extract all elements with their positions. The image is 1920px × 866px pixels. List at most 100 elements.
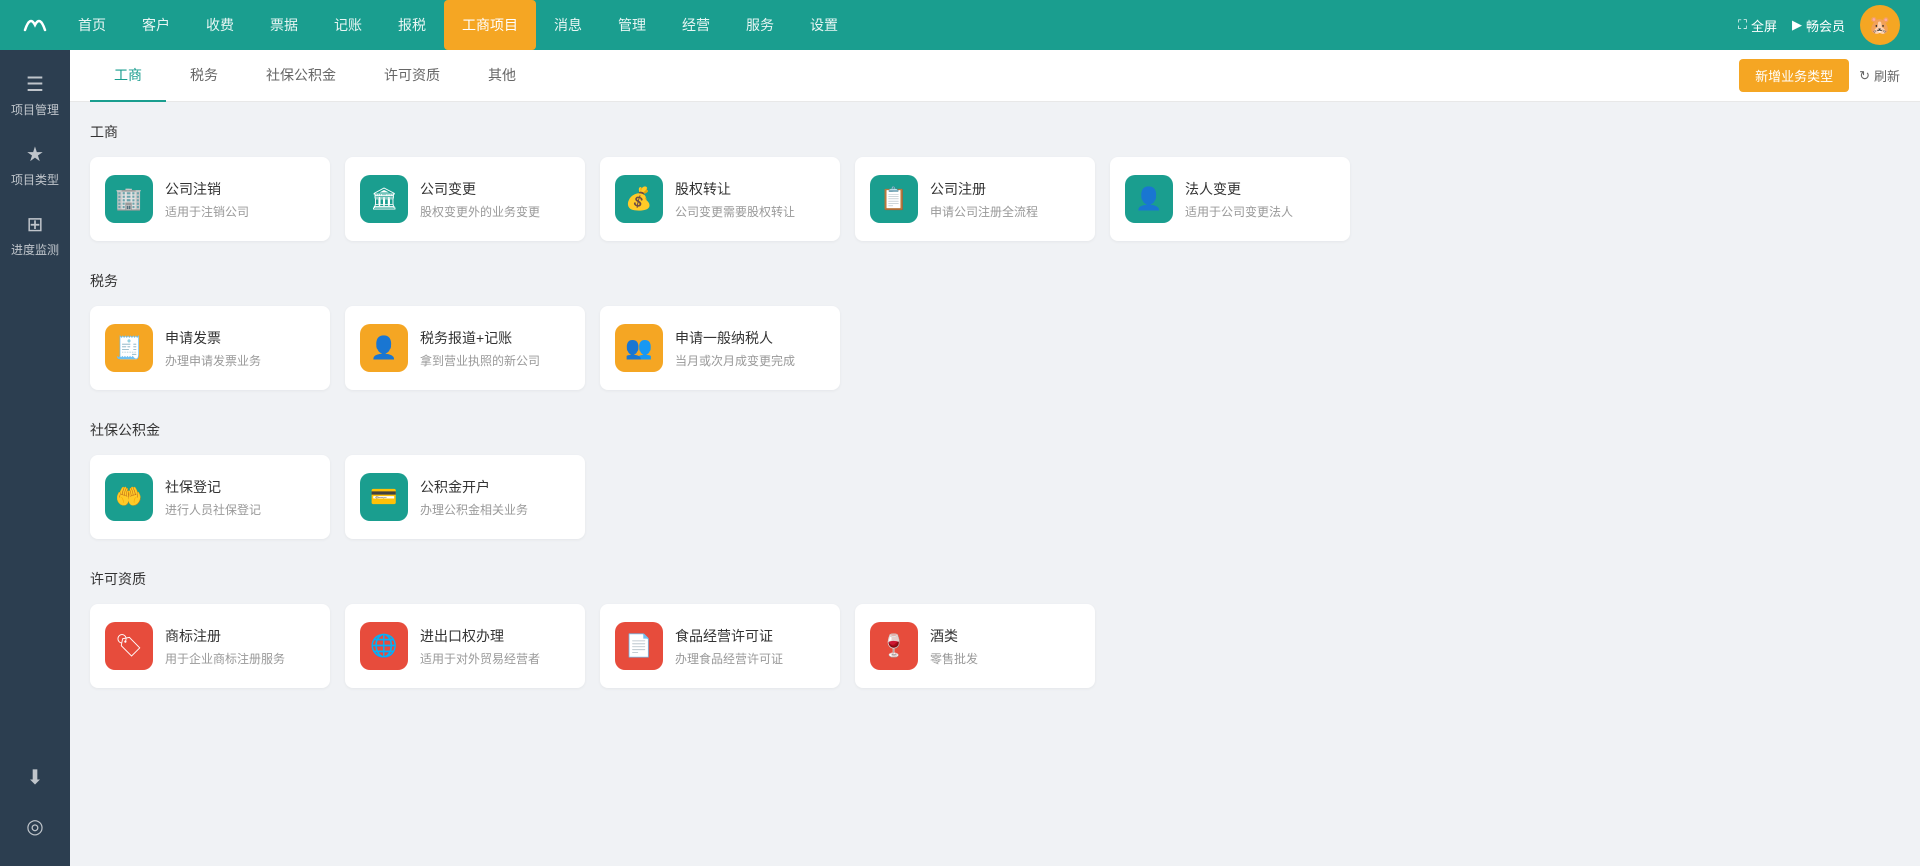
business-card-公积金开户[interactable]: 💳公积金开户办理公积金相关业务 (345, 455, 585, 539)
nav-item-客户[interactable]: 客户 (124, 0, 188, 50)
sidebar-item-project-type[interactable]: ★ 项目类型 (0, 130, 70, 200)
nav-item-服务[interactable]: 服务 (728, 0, 792, 50)
help-icon: ◎ (26, 814, 43, 839)
business-card-公司注册[interactable]: 📋公司注册申请公司注册全流程 (855, 157, 1095, 241)
logo (10, 10, 60, 40)
new-type-button[interactable]: 新增业务类型 (1739, 59, 1849, 92)
nav-item-票据[interactable]: 票据 (252, 0, 316, 50)
download-icon: ⬇ (27, 765, 44, 790)
business-card-社保登记[interactable]: 🤲社保登记进行人员社保登记 (90, 455, 330, 539)
tab-工商[interactable]: 工商 (90, 50, 166, 102)
nav-item-设置[interactable]: 设置 (792, 0, 856, 50)
nav-item-工商项目[interactable]: 工商项目 (444, 0, 536, 50)
nav-item-记账[interactable]: 记账 (316, 0, 380, 50)
business-card-公司注销[interactable]: 🏢 公司注销适用于注销公司 (90, 157, 330, 241)
section-title: 税务 (90, 271, 1900, 291)
cards-grid: 🧾 申请发票办理申请发票业务 👤税务报道+记账拿到营业执照的新公司 👥 申请一般纳税人当… (90, 306, 1900, 390)
sidebar-item-project-management[interactable]: ☰ 项目管理 (0, 60, 70, 130)
business-card-酒类[interactable]: 🍷酒类零售批发 (855, 604, 1095, 688)
business-card-进出口权办理[interactable]: 🌐 进出口权办理适用于对外贸易经营者 (345, 604, 585, 688)
card-icon: 📄 (615, 622, 663, 670)
card-title: 申请发票 (165, 328, 315, 348)
card-desc: 当月或次月成变更完成 (675, 352, 825, 369)
card-icon: 💳 (360, 473, 408, 521)
card-text: 商标注册用于企业商标注册服务 (165, 626, 315, 667)
business-card-公司变更[interactable]: 🏛 公司变更股权变更外的业务变更 (345, 157, 585, 241)
nav-right: ⛶ 全屏 ▶ 畅会员 🐹 (1738, 5, 1900, 45)
business-card-税务报道+记账[interactable]: 👤税务报道+记账拿到营业执照的新公司 (345, 306, 585, 390)
card-text: 进出口权办理适用于对外贸易经营者 (420, 626, 570, 667)
main-layout: ☰ 项目管理 ★ 项目类型 ⊞ 进度监测 ⬇ ◎ 工商税务社保公积金许可资质其他… (0, 50, 1920, 866)
tab-税务[interactable]: 税务 (166, 50, 242, 102)
sidebar-bottom: ⬇ ◎ (0, 753, 70, 866)
card-icon: 👥 (615, 324, 663, 372)
card-text: 申请发票办理申请发票业务 (165, 328, 315, 369)
nav-item-管理[interactable]: 管理 (600, 0, 664, 50)
section-工商: 工商 🏢 公司注销适用于注销公司 🏛 公司变更股权变更外的业务变更 💰 股权转让公司变更需要… (90, 122, 1900, 241)
section-title: 工商 (90, 122, 1900, 142)
card-desc: 办理食品经营许可证 (675, 650, 825, 667)
scroll-content[interactable]: 工商 🏢 公司注销适用于注销公司 🏛 公司变更股权变更外的业务变更 💰 股权转让公司变更需要… (70, 102, 1920, 866)
business-card-法人变更[interactable]: 👤 法人变更适用于公司变更法人 (1110, 157, 1350, 241)
business-card-申请一般纳税人[interactable]: 👥 申请一般纳税人当月或次月成变更完成 (600, 306, 840, 390)
refresh-icon: ↻ (1859, 68, 1870, 84)
section-社保公积金: 社保公积金🤲社保登记进行人员社保登记💳公积金开户办理公积金相关业务 (90, 420, 1900, 539)
card-desc: 适用于公司变更法人 (1185, 203, 1335, 220)
fullscreen-btn[interactable]: ⛶ 全屏 (1738, 16, 1777, 35)
tabs-actions: 新增业务类型 ↻ 刷新 (1739, 59, 1900, 92)
business-card-申请发票[interactable]: 🧾 申请发票办理申请发票业务 (90, 306, 330, 390)
card-title: 进出口权办理 (420, 626, 570, 646)
fullscreen-icon: ⛶ (1738, 17, 1747, 33)
nav-items: 首页客户收费票据记账报税工商项目消息管理经营服务设置 (60, 0, 1738, 50)
card-text: 食品经营许可证办理食品经营许可证 (675, 626, 825, 667)
card-title: 法人变更 (1185, 179, 1335, 199)
sidebar-help-btn[interactable]: ◎ (0, 802, 70, 851)
vip-icon: ▶ (1792, 17, 1802, 33)
card-icon: 📋 (870, 175, 918, 223)
card-desc: 办理申请发票业务 (165, 352, 315, 369)
tab-许可资质[interactable]: 许可资质 (360, 50, 464, 102)
card-icon: 🏢 (105, 175, 153, 223)
card-icon: 🏛 (360, 175, 408, 223)
sidebar: ☰ 项目管理 ★ 项目类型 ⊞ 进度监测 ⬇ ◎ (0, 50, 70, 866)
tab-社保公积金[interactable]: 社保公积金 (242, 50, 360, 102)
card-title: 食品经营许可证 (675, 626, 825, 646)
card-title: 公司注销 (165, 179, 315, 199)
refresh-button[interactable]: ↻ 刷新 (1859, 66, 1900, 85)
tabs-bar: 工商税务社保公积金许可资质其他 新增业务类型 ↻ 刷新 (70, 50, 1920, 102)
sidebar-download-btn[interactable]: ⬇ (0, 753, 70, 802)
card-title: 股权转让 (675, 179, 825, 199)
cards-grid: 🤲社保登记进行人员社保登记💳公积金开户办理公积金相关业务 (90, 455, 1900, 539)
card-icon: 👤 (1125, 175, 1173, 223)
card-text: 公司变更股权变更外的业务变更 (420, 179, 570, 220)
business-card-食品经营许可证[interactable]: 📄 食品经营许可证办理食品经营许可证 (600, 604, 840, 688)
business-card-商标注册[interactable]: 🏷商标注册用于企业商标注册服务 (90, 604, 330, 688)
top-navigation: 首页客户收费票据记账报税工商项目消息管理经营服务设置 ⛶ 全屏 ▶ 畅会员 🐹 (0, 0, 1920, 50)
nav-item-首页[interactable]: 首页 (60, 0, 124, 50)
card-desc: 办理公积金相关业务 (420, 501, 570, 518)
content-area: 工商税务社保公积金许可资质其他 新增业务类型 ↻ 刷新 工商🏢公司注销适用于注销… (70, 50, 1920, 866)
card-title: 公司注册 (930, 179, 1080, 199)
card-desc: 进行人员社保登记 (165, 501, 315, 518)
cards-grid: 🏷商标注册用于企业商标注册服务 🌐 进出口权办理适用于对外贸易经营者 📄 食品经营许可证… (90, 604, 1900, 688)
card-text: 股权转让公司变更需要股权转让 (675, 179, 825, 220)
nav-item-收费[interactable]: 收费 (188, 0, 252, 50)
sidebar-item-progress-monitor[interactable]: ⊞ 进度监测 (0, 200, 70, 270)
card-icon: 🧾 (105, 324, 153, 372)
card-text: 申请一般纳税人当月或次月成变更完成 (675, 328, 825, 369)
nav-item-经营[interactable]: 经营 (664, 0, 728, 50)
list-icon: ☰ (26, 72, 44, 97)
card-desc: 适用于注销公司 (165, 203, 315, 220)
card-title: 商标注册 (165, 626, 315, 646)
section-title: 许可资质 (90, 569, 1900, 589)
vip-btn[interactable]: ▶ 畅会员 (1792, 16, 1845, 35)
card-text: 公司注销适用于注销公司 (165, 179, 315, 220)
tab-其他[interactable]: 其他 (464, 50, 540, 102)
business-card-股权转让[interactable]: 💰 股权转让公司变更需要股权转让 (600, 157, 840, 241)
nav-item-消息[interactable]: 消息 (536, 0, 600, 50)
card-icon: 🌐 (360, 622, 408, 670)
card-desc: 零售批发 (930, 650, 1080, 667)
nav-item-报税[interactable]: 报税 (380, 0, 444, 50)
card-icon: 👤 (360, 324, 408, 372)
card-icon: 💰 (615, 175, 663, 223)
